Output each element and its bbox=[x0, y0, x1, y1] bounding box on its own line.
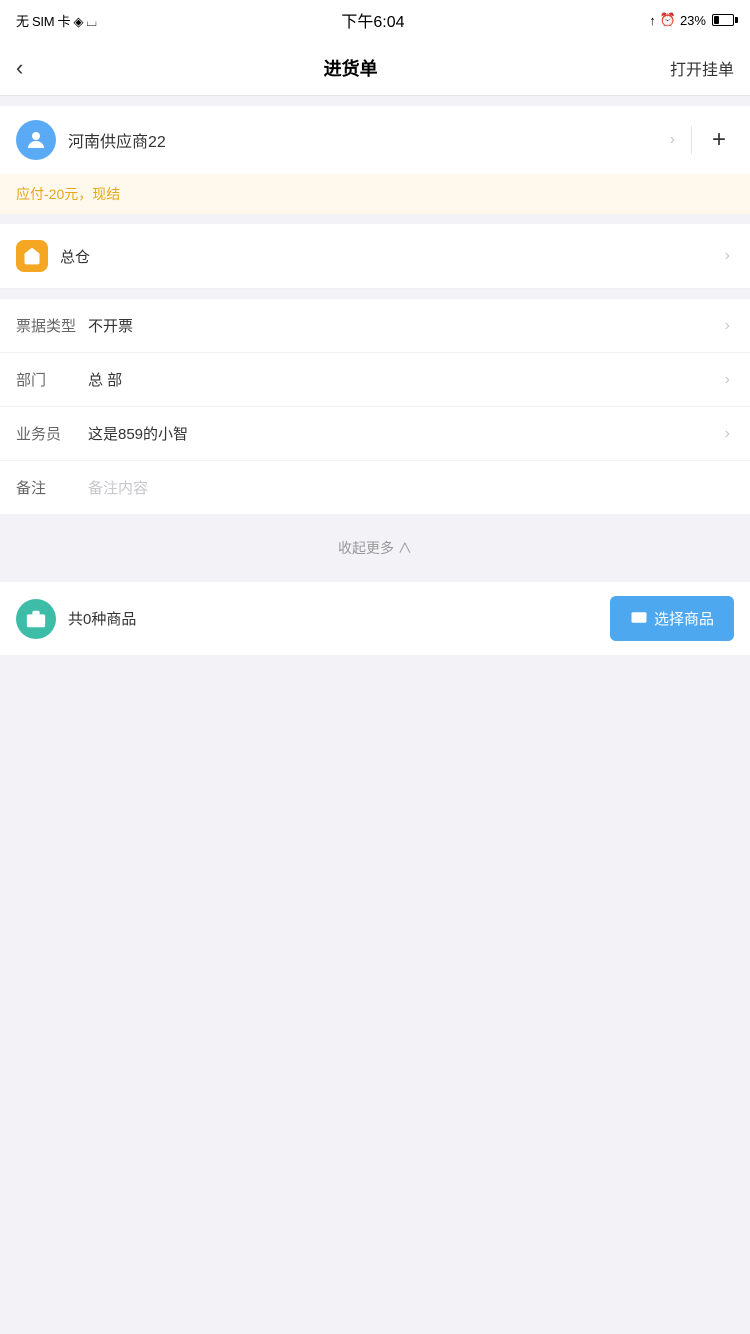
supplier-card: 河南供应商22 › + 应付-20元，现结 bbox=[0, 106, 750, 214]
sales-chevron-icon: › bbox=[725, 425, 730, 443]
note-label: 备注 bbox=[16, 477, 88, 498]
ticket-chevron-icon: › bbox=[725, 317, 730, 335]
battery-icon bbox=[712, 14, 734, 26]
back-button[interactable]: ‹ bbox=[16, 47, 31, 89]
product-icon-wrap bbox=[16, 599, 56, 639]
notice-text: 应付-20元，现结 bbox=[16, 186, 120, 202]
sales-label: 业务员 bbox=[16, 423, 88, 444]
select-product-label: 选择商品 bbox=[654, 608, 714, 629]
note-row[interactable]: 备注 备注内容 bbox=[0, 461, 750, 514]
status-bar: 无 SIM 卡 ◈ ⌴ 下午6:04 ↑ ⏰ 23% bbox=[0, 0, 750, 40]
warehouse-icon-wrap bbox=[16, 240, 48, 272]
supplier-avatar bbox=[16, 120, 56, 160]
battery-fill bbox=[714, 16, 719, 24]
dept-chevron-icon: › bbox=[725, 371, 730, 389]
add-supplier-button[interactable]: + bbox=[704, 122, 734, 158]
warehouse-name: 总仓 bbox=[60, 246, 725, 267]
product-icon bbox=[25, 608, 47, 630]
warehouse-chevron-icon: › bbox=[725, 247, 730, 265]
supplier-chevron-icon: › bbox=[670, 131, 675, 149]
warehouse-icon bbox=[22, 246, 42, 266]
supplier-name: 河南供应商22 bbox=[68, 128, 670, 152]
collapse-row[interactable]: 收起更多 ∧ bbox=[0, 524, 750, 572]
person-icon bbox=[24, 128, 48, 152]
open-pending-button[interactable]: 打开挂单 bbox=[670, 56, 734, 80]
status-left: 无 SIM 卡 ◈ ⌴ bbox=[16, 11, 97, 30]
location-icon: ↑ bbox=[649, 13, 656, 28]
supplier-divider bbox=[691, 126, 692, 154]
page-title: 进货单 bbox=[324, 55, 378, 81]
sales-value: 这是859的小智 bbox=[88, 423, 725, 444]
notice-bar: 应付-20元，现结 bbox=[0, 174, 750, 214]
sales-row[interactable]: 业务员 这是859的小智 › bbox=[0, 407, 750, 461]
product-count: 共0种商品 bbox=[68, 608, 610, 629]
battery-percent: 23% bbox=[680, 13, 706, 28]
nav-bar: ‹ 进货单 打开挂单 bbox=[0, 40, 750, 96]
status-time: 下午6:04 bbox=[341, 8, 404, 32]
status-right: ↑ ⏰ 23% bbox=[649, 12, 734, 28]
dept-value: 总 部 bbox=[88, 369, 725, 390]
select-product-button[interactable]: 选择商品 bbox=[610, 596, 734, 641]
select-product-icon bbox=[630, 610, 648, 628]
page-background bbox=[0, 655, 750, 955]
ticket-value: 不开票 bbox=[88, 315, 725, 336]
ticket-type-row[interactable]: 票据类型 不开票 › bbox=[0, 299, 750, 353]
supplier-row[interactable]: 河南供应商22 › + bbox=[0, 106, 750, 174]
warehouse-row[interactable]: 总仓 › bbox=[0, 224, 750, 289]
note-placeholder[interactable]: 备注内容 bbox=[88, 477, 734, 498]
divider-1 bbox=[0, 96, 750, 106]
dept-row[interactable]: 部门 总 部 › bbox=[0, 353, 750, 407]
dept-label: 部门 bbox=[16, 369, 88, 390]
form-section: 票据类型 不开票 › 部门 总 部 › 业务员 这是859的小智 › 备注 备注… bbox=[0, 299, 750, 514]
alarm-icon: ⏰ bbox=[660, 12, 676, 28]
collapse-label[interactable]: 收起更多 ∧ bbox=[338, 538, 412, 558]
warehouse-section: 总仓 › bbox=[0, 224, 750, 289]
bottom-bar: 共0种商品 选择商品 bbox=[0, 582, 750, 655]
ticket-label: 票据类型 bbox=[16, 315, 88, 336]
